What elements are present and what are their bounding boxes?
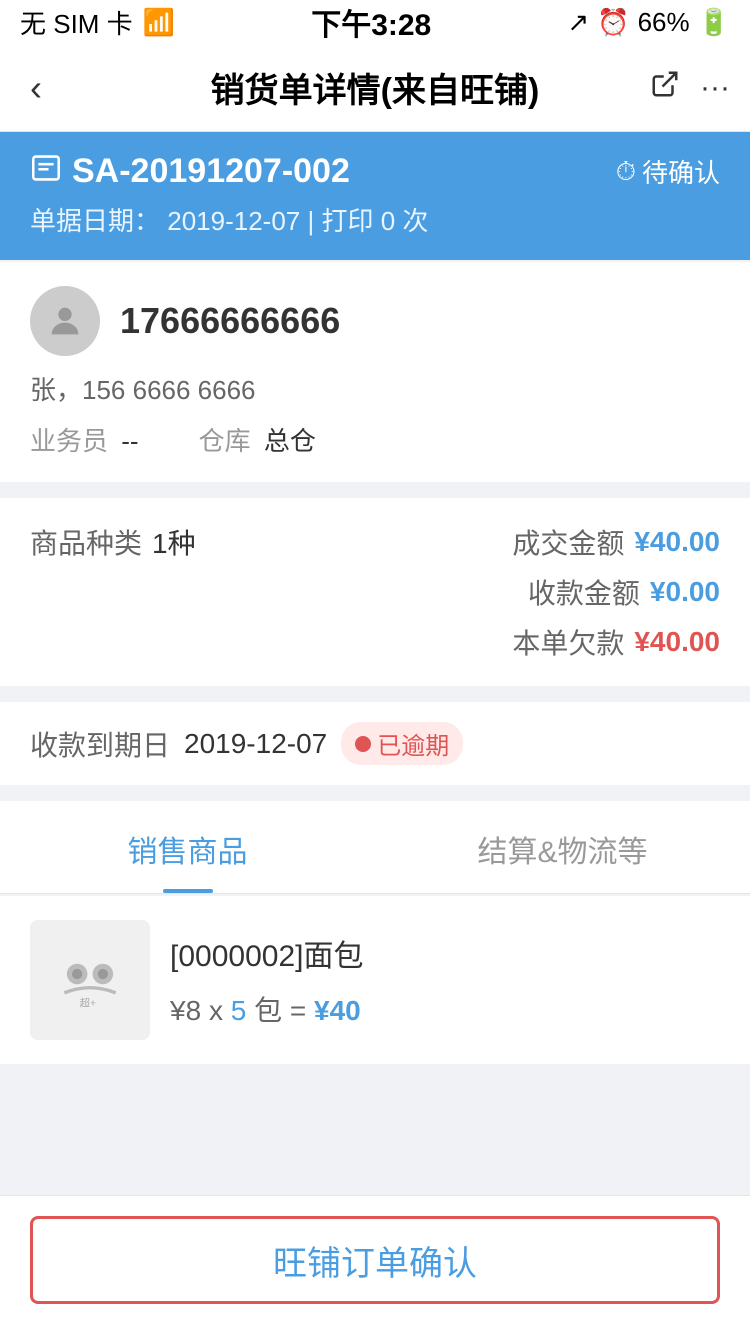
tab-settlement-label: 结算&物流等 xyxy=(477,836,647,869)
svg-text:超+: 超+ xyxy=(80,997,96,1010)
order-date-row: 单据日期： 2019-12-07 | 打印 0 次 xyxy=(30,201,720,238)
qty-unit: 包 xyxy=(254,995,282,1026)
tabs-row: 销售商品 结算&物流等 xyxy=(0,801,750,894)
received-value: ¥0.00 xyxy=(650,576,720,608)
sales-value: -- xyxy=(121,426,138,456)
summary-section: 商品种类 1种 成交金额 ¥40.00 收款金额 ¥0.00 本单欠款 ¥40.… xyxy=(0,498,750,686)
more-icon[interactable]: ··· xyxy=(700,71,730,105)
status-bar-right: ↗ ⏰ 66% 🔋 xyxy=(567,7,730,38)
sales-person: 业务员 -- xyxy=(30,421,139,458)
tab-sales[interactable]: 销售商品 xyxy=(0,801,375,893)
overdue-label: 已逾期 xyxy=(377,726,449,761)
tab-sales-label: 销售商品 xyxy=(128,836,248,869)
warehouse: 仓库 总仓 xyxy=(199,421,316,458)
deal-amount-label: 成交金额 xyxy=(512,522,624,562)
product-type-item: 商品种类 1种 xyxy=(30,522,196,562)
customer-detail: 张，156 6666 6666 xyxy=(30,370,720,407)
overdue-badge: 已逾期 xyxy=(341,722,463,765)
page-title: 销货单详情(来自旺铺) xyxy=(211,63,540,112)
due-date-section: 收款到期日 2019-12-07 已逾期 xyxy=(0,702,750,785)
date-label: 单据日期： xyxy=(30,206,160,236)
customer-section: 17666666666 张，156 6666 6666 业务员 -- 仓库 总仓 xyxy=(0,262,750,482)
product-name: [0000002]面包 xyxy=(170,931,720,975)
product-item: 超+ [0000002]面包 ¥8 x 5 包 = ¥40 xyxy=(0,896,750,1064)
header-top-row: SA-20191207-002 ⏱ 待确认 xyxy=(30,152,720,191)
order-date-value: 2019-12-07 xyxy=(167,206,300,236)
alarm-icon: ⏰ xyxy=(597,7,629,38)
owed-value: ¥40.00 xyxy=(634,626,720,658)
customer-avatar xyxy=(30,286,100,356)
location-icon: ↗ xyxy=(567,7,589,38)
warehouse-value: 总仓 xyxy=(264,426,316,456)
wifi-icon: 📶 xyxy=(143,7,175,38)
header-card: SA-20191207-002 ⏱ 待确认 单据日期： 2019-12-07 |… xyxy=(0,132,750,260)
deal-amount-row: 成交金额 ¥40.00 xyxy=(512,522,720,562)
nav-right-actions: ··· xyxy=(650,69,730,107)
overdue-dot-icon xyxy=(355,736,371,752)
product-list: 超+ [0000002]面包 ¥8 x 5 包 = ¥40 xyxy=(0,896,750,1064)
back-button[interactable]: ‹ xyxy=(20,67,52,109)
battery-icon: 🔋 xyxy=(698,7,730,38)
product-thumbnail: 超+ xyxy=(30,920,150,1040)
no-sim-text: 无 SIM 卡 xyxy=(20,4,133,41)
summary-right: 成交金额 ¥40.00 收款金额 ¥0.00 本单欠款 ¥40.00 xyxy=(512,522,720,662)
product-price-row: ¥8 x 5 包 = ¥40 xyxy=(170,989,720,1029)
sales-label: 业务员 xyxy=(30,426,108,456)
price-unit: ¥8 xyxy=(170,995,201,1026)
print-info: 打印 0 次 xyxy=(321,206,428,236)
clock-icon: ⏱ xyxy=(616,156,636,188)
confirm-order-button[interactable]: 旺铺订单确认 xyxy=(30,1216,720,1304)
bottom-bar: 旺铺订单确认 xyxy=(0,1195,750,1334)
share-icon[interactable] xyxy=(650,69,680,107)
product-type-label: 商品种类 xyxy=(30,522,142,562)
order-id-text: SA-20191207-002 xyxy=(72,152,350,191)
status-label: 待确认 xyxy=(642,153,720,190)
warehouse-label: 仓库 xyxy=(199,426,251,456)
equals-sign: = xyxy=(290,995,314,1026)
tabs-section: 销售商品 结算&物流等 xyxy=(0,801,750,894)
due-label: 收款到期日 xyxy=(30,724,170,764)
product-type-value: 1种 xyxy=(152,522,196,562)
customer-phone: 17666666666 xyxy=(120,300,340,342)
multiply-sign: x xyxy=(209,995,231,1026)
product-info: [0000002]面包 ¥8 x 5 包 = ¥40 xyxy=(170,931,720,1029)
separator: | xyxy=(307,206,321,236)
received-label: 收款金额 xyxy=(528,572,640,612)
owed-row: 本单欠款 ¥40.00 xyxy=(512,622,720,662)
product-qty: 5 xyxy=(231,995,247,1026)
customer-meta: 业务员 -- 仓库 总仓 xyxy=(30,421,720,458)
status-bar: 无 SIM 卡 📶 下午3:28 ↗ ⏰ 66% 🔋 xyxy=(0,0,750,44)
order-icon xyxy=(30,154,62,190)
summary-left: 商品种类 1种 xyxy=(30,522,196,562)
deal-amount-value: ¥40.00 xyxy=(634,526,720,558)
order-id: SA-20191207-002 xyxy=(30,152,350,191)
nav-bar: ‹ 销货单详情(来自旺铺) ··· xyxy=(0,44,750,132)
product-total: ¥40 xyxy=(314,995,361,1026)
customer-row: 17666666666 xyxy=(30,286,720,356)
order-status: ⏱ 待确认 xyxy=(616,153,720,190)
tab-settlement[interactable]: 结算&物流等 xyxy=(375,801,750,893)
status-bar-time: 下午3:28 xyxy=(311,0,431,44)
received-row: 收款金额 ¥0.00 xyxy=(528,572,720,612)
owed-label: 本单欠款 xyxy=(512,622,624,662)
status-bar-left: 无 SIM 卡 📶 xyxy=(20,4,175,41)
due-date-value: 2019-12-07 xyxy=(184,728,327,760)
battery-text: 66% xyxy=(638,7,690,38)
